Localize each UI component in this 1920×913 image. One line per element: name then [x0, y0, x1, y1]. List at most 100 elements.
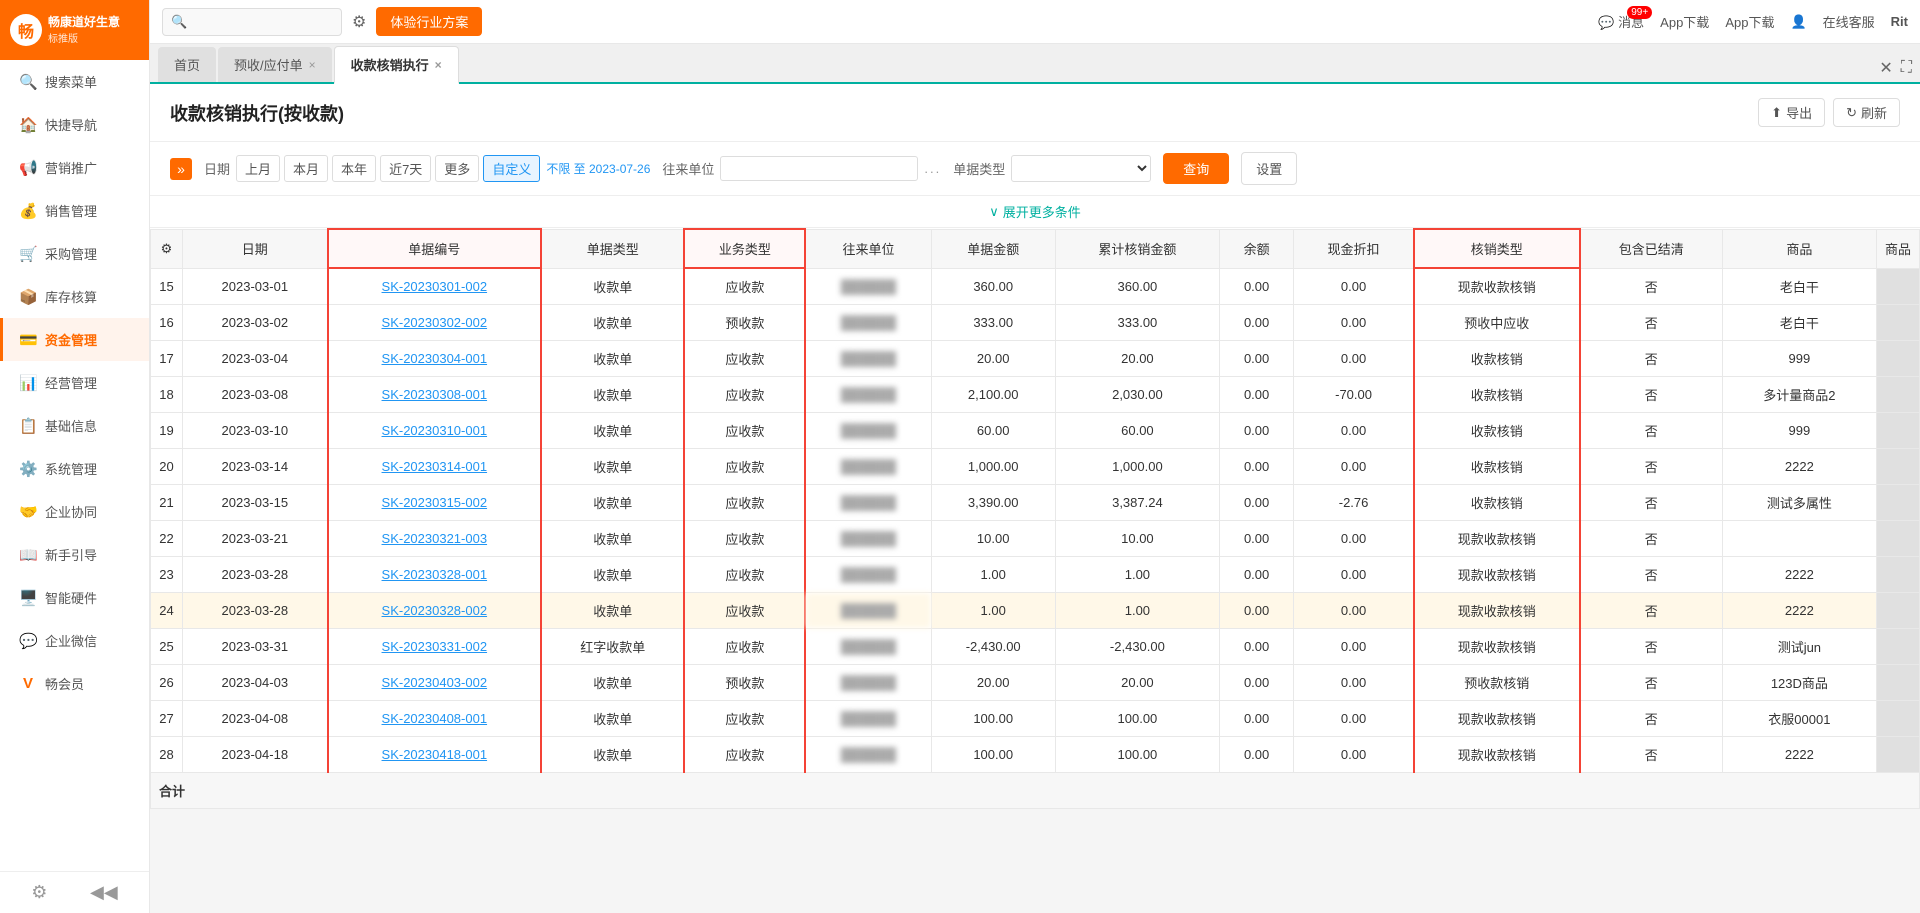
- col-goods-img-header: 商品: [1876, 229, 1919, 268]
- filter-dots[interactable]: ...: [924, 161, 941, 176]
- doc-no-link[interactable]: SK-20230302-002: [382, 315, 488, 330]
- sidebar-item-finance[interactable]: 💳 资金管理: [0, 318, 149, 361]
- settings-bottom-icon[interactable]: ⚙: [31, 882, 47, 903]
- sidebar-item-nav[interactable]: 🏠 快捷导航: [0, 103, 149, 146]
- app-download-label[interactable]: App下载: [1725, 12, 1774, 31]
- sidebar-item-sales[interactable]: 💰 销售管理: [0, 189, 149, 232]
- filter-custom[interactable]: 自定义: [483, 155, 540, 182]
- tab-home[interactable]: 首页: [158, 47, 216, 82]
- export-button[interactable]: ⬆ 导出: [1758, 98, 1825, 127]
- expand-icon: ∨: [989, 204, 999, 220]
- filter-doctype-select[interactable]: [1011, 155, 1151, 182]
- row-docno[interactable]: SK-20230408-001: [328, 701, 541, 737]
- tab-close-all-icon[interactable]: ✕: [1879, 58, 1892, 78]
- row-doctype: 红字收款单: [541, 629, 684, 665]
- sidebar-item-marketing[interactable]: 📢 营销推广: [0, 146, 149, 189]
- sidebar-item-guide[interactable]: 📖 新手引导: [0, 533, 149, 576]
- doc-no-link[interactable]: SK-20230418-001: [382, 747, 488, 762]
- sidebar-item-inventory[interactable]: 📦 库存核算: [0, 275, 149, 318]
- filter-this-year[interactable]: 本年: [332, 155, 376, 182]
- row-goods-img: [1876, 521, 1919, 557]
- tab-writeoff[interactable]: 收款核销执行 ×: [334, 46, 459, 84]
- doc-no-link[interactable]: SK-20230314-001: [382, 459, 488, 474]
- sidebar-item-label: 搜索菜单: [45, 72, 97, 91]
- row-partner: ██████: [805, 305, 931, 341]
- tab-expand-icon[interactable]: ⛶: [1901, 59, 1912, 77]
- sidebar-item-purchase[interactable]: 🛒 采购管理: [0, 232, 149, 275]
- row-docno[interactable]: SK-20230403-002: [328, 665, 541, 701]
- collapse-icon[interactable]: ◀◀: [90, 882, 118, 903]
- filter-this-month[interactable]: 本月: [284, 155, 328, 182]
- doc-no-link[interactable]: SK-20230328-002: [382, 603, 488, 618]
- doc-no-link[interactable]: SK-20230403-002: [382, 675, 488, 690]
- filter-setting-btn[interactable]: 设置: [1241, 152, 1297, 185]
- filter-collapse-btn[interactable]: »: [170, 158, 192, 180]
- row-doctype: 收款单: [541, 665, 684, 701]
- filter-more[interactable]: 更多: [435, 155, 479, 182]
- doc-no-link[interactable]: SK-20230304-001: [382, 351, 488, 366]
- sidebar-item-vip[interactable]: V 畅会员: [0, 662, 149, 705]
- row-doctype: 收款单: [541, 521, 684, 557]
- refresh-button[interactable]: ↻ 刷新: [1833, 98, 1900, 127]
- row-docno[interactable]: SK-20230304-001: [328, 341, 541, 377]
- row-amount: 100.00: [931, 737, 1055, 773]
- filter-partner-input[interactable]: [720, 156, 918, 181]
- row-settled: 否: [1580, 449, 1723, 485]
- filter-last-month[interactable]: 上月: [236, 155, 280, 182]
- row-docno[interactable]: SK-20230301-002: [328, 268, 541, 305]
- filter-7days[interactable]: 近7天: [380, 155, 431, 182]
- col-settings-header[interactable]: ⚙: [151, 229, 183, 268]
- doc-no-link[interactable]: SK-20230301-002: [382, 279, 488, 294]
- row-no: 17: [151, 341, 183, 377]
- user-name[interactable]: Rit: [1891, 14, 1908, 29]
- filter-query-btn[interactable]: 查询: [1163, 153, 1229, 184]
- doc-no-link[interactable]: SK-20230310-001: [382, 423, 488, 438]
- sidebar-item-base[interactable]: 📋 基础信息: [0, 404, 149, 447]
- doc-no-link[interactable]: SK-20230308-001: [382, 387, 488, 402]
- sidebar-item-system[interactable]: ⚙️ 系统管理: [0, 447, 149, 490]
- row-docno[interactable]: SK-20230331-002: [328, 629, 541, 665]
- row-docno[interactable]: SK-20230418-001: [328, 737, 541, 773]
- col-partner-header: 往来单位: [805, 229, 931, 268]
- row-doctype: 收款单: [541, 485, 684, 521]
- row-date: 2023-03-28: [183, 593, 328, 629]
- row-docno[interactable]: SK-20230310-001: [328, 413, 541, 449]
- gear-icon[interactable]: ⚙: [352, 12, 366, 32]
- row-doctype: 收款单: [541, 341, 684, 377]
- row-goods: 123D商品: [1722, 665, 1876, 701]
- doc-no-link[interactable]: SK-20230321-003: [382, 531, 488, 546]
- online-service-label[interactable]: 在线客服: [1823, 12, 1875, 31]
- sidebar-item-hardware[interactable]: 🖥️ 智能硬件: [0, 576, 149, 619]
- row-docno[interactable]: SK-20230328-001: [328, 557, 541, 593]
- doc-no-link[interactable]: SK-20230331-002: [382, 639, 488, 654]
- tab-prepay-close[interactable]: ×: [309, 58, 316, 72]
- row-goods-img: [1876, 377, 1919, 413]
- sidebar-item-operation[interactable]: 📊 经营管理: [0, 361, 149, 404]
- app-download-link[interactable]: App下载: [1660, 12, 1709, 31]
- sidebar-item-weixin[interactable]: 💬 企业微信: [0, 619, 149, 662]
- sidebar-item-search[interactable]: 🔍 搜索菜单: [0, 60, 149, 103]
- col-balance-header: 余额: [1219, 229, 1293, 268]
- expand-btn[interactable]: ∨ 展开更多条件: [989, 202, 1081, 221]
- tab-prepay[interactable]: 预收/应付单 ×: [218, 47, 332, 82]
- row-docno[interactable]: SK-20230328-002: [328, 593, 541, 629]
- row-settled: 否: [1580, 701, 1723, 737]
- row-date: 2023-04-18: [183, 737, 328, 773]
- row-docno[interactable]: SK-20230302-002: [328, 305, 541, 341]
- row-docno[interactable]: SK-20230308-001: [328, 377, 541, 413]
- row-docno[interactable]: SK-20230314-001: [328, 449, 541, 485]
- row-goods-img: [1876, 593, 1919, 629]
- doc-no-link[interactable]: SK-20230408-001: [382, 711, 488, 726]
- doc-no-link[interactable]: SK-20230328-001: [382, 567, 488, 582]
- message-badge[interactable]: 💬 消息 99+: [1598, 12, 1644, 31]
- row-docno[interactable]: SK-20230315-002: [328, 485, 541, 521]
- row-doctype: 收款单: [541, 305, 684, 341]
- row-docno[interactable]: SK-20230321-003: [328, 521, 541, 557]
- marketing-icon: 📢: [19, 159, 37, 177]
- tab-writeoff-close[interactable]: ×: [435, 58, 442, 72]
- row-amount: 100.00: [931, 701, 1055, 737]
- topbar-search[interactable]: 🔍: [162, 8, 342, 36]
- doc-no-link[interactable]: SK-20230315-002: [382, 495, 488, 510]
- industry-btn[interactable]: 体验行业方案: [376, 7, 482, 36]
- sidebar-item-enterprise[interactable]: 🤝 企业协同: [0, 490, 149, 533]
